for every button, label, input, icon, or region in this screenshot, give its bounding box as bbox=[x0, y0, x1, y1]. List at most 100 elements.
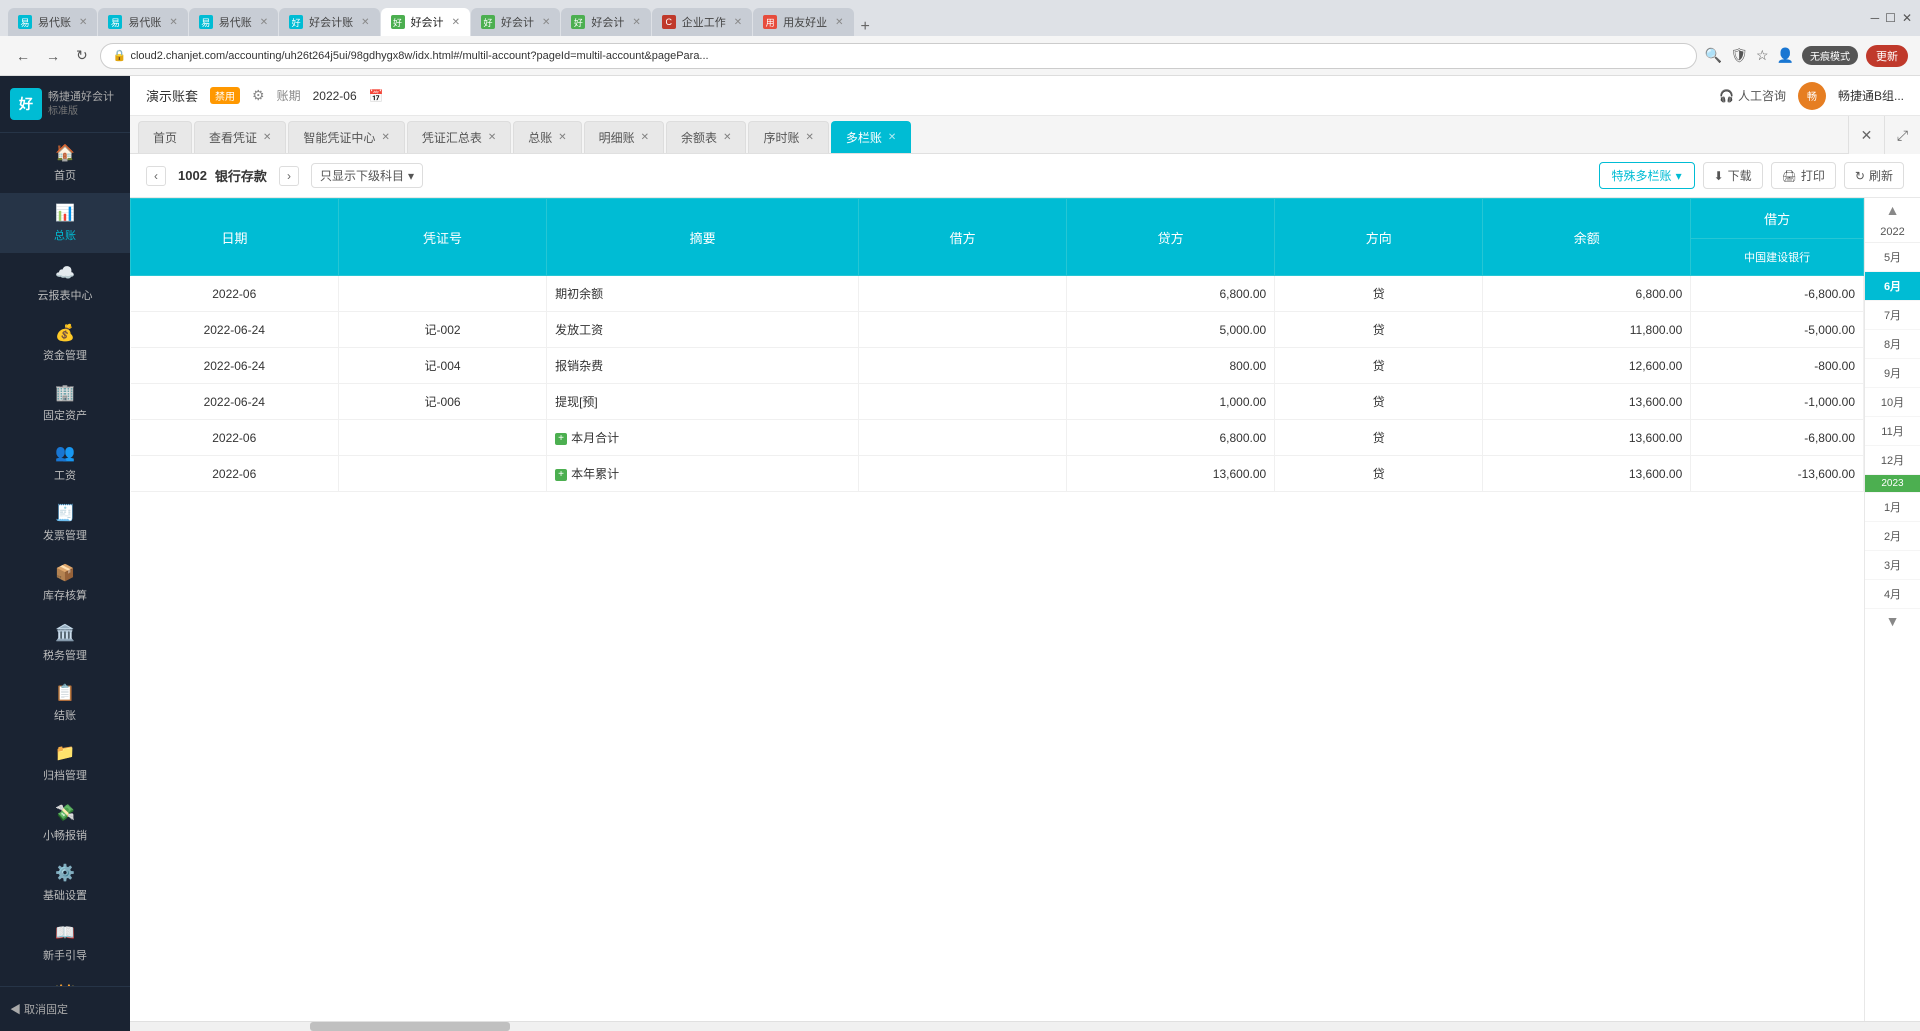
month-item-2022-10月[interactable]: 10月 bbox=[1865, 388, 1920, 417]
month-item-2022-9月[interactable]: 9月 bbox=[1865, 359, 1920, 388]
page-tab-4[interactable]: 总账 ✕ bbox=[513, 121, 581, 153]
back-button[interactable]: ← bbox=[12, 46, 34, 66]
month-item-2022-11月[interactable]: 11月 bbox=[1865, 417, 1920, 446]
page-tab-close-icon[interactable]: ✕ bbox=[888, 132, 896, 143]
tab-close-icon[interactable]: ✕ bbox=[835, 17, 843, 28]
star-icon[interactable]: ☆ bbox=[1756, 47, 1769, 64]
page-tab-close-icon[interactable]: ✕ bbox=[381, 132, 389, 143]
page-tab-close-icon[interactable]: ✕ bbox=[558, 132, 566, 143]
tab-close-icon[interactable]: ✕ bbox=[169, 17, 177, 28]
sidebar-item-9[interactable]: 📋结账 bbox=[0, 673, 130, 733]
sidebar-item-12[interactable]: ⚙️基础设置 bbox=[0, 853, 130, 913]
print-button[interactable]: 🖨 打印 bbox=[1771, 162, 1836, 189]
browser-tab-t8[interactable]: C企业工作✕ bbox=[652, 8, 752, 36]
tab-close-icon[interactable]: ✕ bbox=[632, 17, 640, 28]
tab-close-icon[interactable]: ✕ bbox=[260, 17, 268, 28]
minimize-button[interactable]: ─ bbox=[1871, 11, 1880, 25]
month-item-2022-6月[interactable]: 6月 bbox=[1865, 272, 1920, 301]
new-tab-button[interactable]: + bbox=[855, 18, 876, 36]
special-multi-ledger-button[interactable]: 特殊多栏账 ▾ bbox=[1599, 162, 1695, 189]
page-tab-3[interactable]: 凭证汇总表 ✕ bbox=[407, 121, 511, 153]
cell-1-2: 发放工资 bbox=[547, 312, 859, 348]
sidebar-item-3[interactable]: 💰资金管理 bbox=[0, 313, 130, 373]
sidebar-item-1[interactable]: 📊总账 bbox=[0, 193, 130, 253]
month-nav-up[interactable]: ▲ bbox=[1882, 198, 1904, 222]
horizontal-scrollbar[interactable] bbox=[130, 1021, 1920, 1031]
browser-tab-t7[interactable]: 好好会计✕ bbox=[561, 8, 650, 36]
shield-icon[interactable]: 🛡 bbox=[1730, 47, 1748, 64]
settings-icon[interactable]: ⚙ bbox=[252, 87, 265, 104]
page-tab-7[interactable]: 序时账 ✕ bbox=[748, 121, 828, 153]
sidebar-item-7[interactable]: 📦库存核算 bbox=[0, 553, 130, 613]
customer-service-button[interactable]: 🎧 人工咨询 bbox=[1719, 87, 1786, 104]
sidebar-item-4[interactable]: 🏢固定资产 bbox=[0, 373, 130, 433]
tab-close-icon[interactable]: ✕ bbox=[79, 17, 87, 28]
month-item-2022-5月[interactable]: 5月 bbox=[1865, 243, 1920, 272]
tab-close-icon[interactable]: ✕ bbox=[734, 17, 742, 28]
calendar-icon[interactable]: 📅 bbox=[369, 89, 384, 103]
page-tab-8[interactable]: 多栏账 ✕ bbox=[831, 121, 911, 153]
browser-tab-t2[interactable]: 易易代账✕ bbox=[98, 8, 187, 36]
sidebar-item-10[interactable]: 📁归档管理 bbox=[0, 733, 130, 793]
expand-panel-button[interactable]: ⤢ bbox=[1884, 116, 1920, 154]
browser-tab-t1[interactable]: 易易代账✕ bbox=[8, 8, 97, 36]
sidebar-item-8[interactable]: 🏛️税务管理 bbox=[0, 613, 130, 673]
page-tab-5[interactable]: 明细账 ✕ bbox=[584, 121, 664, 153]
tab-close-icon[interactable]: ✕ bbox=[452, 17, 460, 28]
forward-button[interactable]: → bbox=[42, 46, 64, 66]
browser-tab-t5[interactable]: 好好会计✕ bbox=[381, 8, 470, 36]
month-item-2023-1月[interactable]: 1月 bbox=[1865, 493, 1920, 522]
browser-tab-t9[interactable]: 用用友好业✕ bbox=[753, 8, 853, 36]
search-icon[interactable]: 🔍 bbox=[1705, 47, 1722, 64]
page-tab-close-icon[interactable]: ✕ bbox=[263, 132, 271, 143]
page-tab-1[interactable]: 查看凭证 ✕ bbox=[194, 121, 286, 153]
download-button[interactable]: ⬇ 下载 bbox=[1703, 162, 1763, 189]
tab-close-icon[interactable]: ✕ bbox=[361, 17, 369, 28]
sidebar-item-6[interactable]: 🧾发票管理 bbox=[0, 493, 130, 553]
browser-tab-t6[interactable]: 好好会计✕ bbox=[471, 8, 560, 36]
month-item-2022-8月[interactable]: 8月 bbox=[1865, 330, 1920, 359]
cell-2-1[interactable]: 记-004 bbox=[339, 348, 547, 384]
sub-account-filter[interactable]: 只显示下级科目 ▾ bbox=[311, 163, 423, 188]
scrollbar-thumb[interactable] bbox=[310, 1022, 510, 1031]
refresh-button[interactable]: ↻ 刷新 bbox=[1844, 162, 1904, 189]
reload-button[interactable]: ↻ bbox=[72, 45, 92, 66]
sidebar-item-5[interactable]: 👥工资 bbox=[0, 433, 130, 493]
browser-tab-t4[interactable]: 好好会计账✕ bbox=[279, 8, 379, 36]
update-button[interactable]: 更新 bbox=[1866, 45, 1908, 67]
sidebar-item-14[interactable]: 👑畅会员 bbox=[0, 973, 130, 986]
page-tab-0[interactable]: 首页 bbox=[138, 121, 192, 153]
page-tab-close-icon[interactable]: ✕ bbox=[723, 132, 731, 143]
cell-1-1[interactable]: 记-002 bbox=[339, 312, 547, 348]
profile-icon[interactable]: 👤 bbox=[1777, 47, 1794, 64]
table-area[interactable]: 日期凭证号摘要借方贷方方向余额借方中国建设银行 2022-06期初余额6,800… bbox=[130, 198, 1864, 1021]
incognito-mode-button[interactable]: 无痕模式 bbox=[1802, 46, 1858, 65]
tab-favicon: 易 bbox=[199, 15, 213, 29]
url-bar[interactable]: 🔒 cloud2.chanjet.com/accounting/uh26t264… bbox=[100, 43, 1697, 69]
month-item-2023-4月[interactable]: 4月 bbox=[1865, 580, 1920, 609]
next-account-button[interactable]: › bbox=[279, 166, 299, 186]
sidebar-item-13[interactable]: 📖新手引导 bbox=[0, 913, 130, 973]
page-tab-close-icon[interactable]: ✕ bbox=[488, 132, 496, 143]
month-item-2022-7月[interactable]: 7月 bbox=[1865, 301, 1920, 330]
browser-tab-t3[interactable]: 易易代账✕ bbox=[189, 8, 278, 36]
prev-account-button[interactable]: ‹ bbox=[146, 166, 166, 186]
tab-close-icon[interactable]: ✕ bbox=[542, 17, 550, 28]
month-nav-down[interactable]: ▼ bbox=[1882, 609, 1904, 633]
close-window-button[interactable]: ✕ bbox=[1902, 11, 1912, 25]
page-tab-close-icon[interactable]: ✕ bbox=[641, 132, 649, 143]
sidebar-item-11[interactable]: 💸小畅报销 bbox=[0, 793, 130, 853]
month-item-2022-12月[interactable]: 12月 bbox=[1865, 446, 1920, 475]
sidebar-item-2[interactable]: ☁️云报表中心 bbox=[0, 253, 130, 313]
month-item-2023-3月[interactable]: 3月 bbox=[1865, 551, 1920, 580]
cell-3-1[interactable]: 记-006 bbox=[339, 384, 547, 420]
sidebar-item-0[interactable]: 🏠首页 bbox=[0, 133, 130, 193]
page-tab-6[interactable]: 余额表 ✕ bbox=[666, 121, 746, 153]
unpin-button[interactable]: ◀ 取消固定 bbox=[10, 997, 120, 1021]
close-panel-button[interactable]: ✕ bbox=[1848, 116, 1884, 154]
sidebar-label-9: 结账 bbox=[54, 707, 76, 723]
page-tab-close-icon[interactable]: ✕ bbox=[805, 132, 813, 143]
page-tab-2[interactable]: 智能凭证中心 ✕ bbox=[288, 121, 404, 153]
month-item-2023-2月[interactable]: 2月 bbox=[1865, 522, 1920, 551]
maximize-button[interactable]: ☐ bbox=[1885, 11, 1896, 25]
